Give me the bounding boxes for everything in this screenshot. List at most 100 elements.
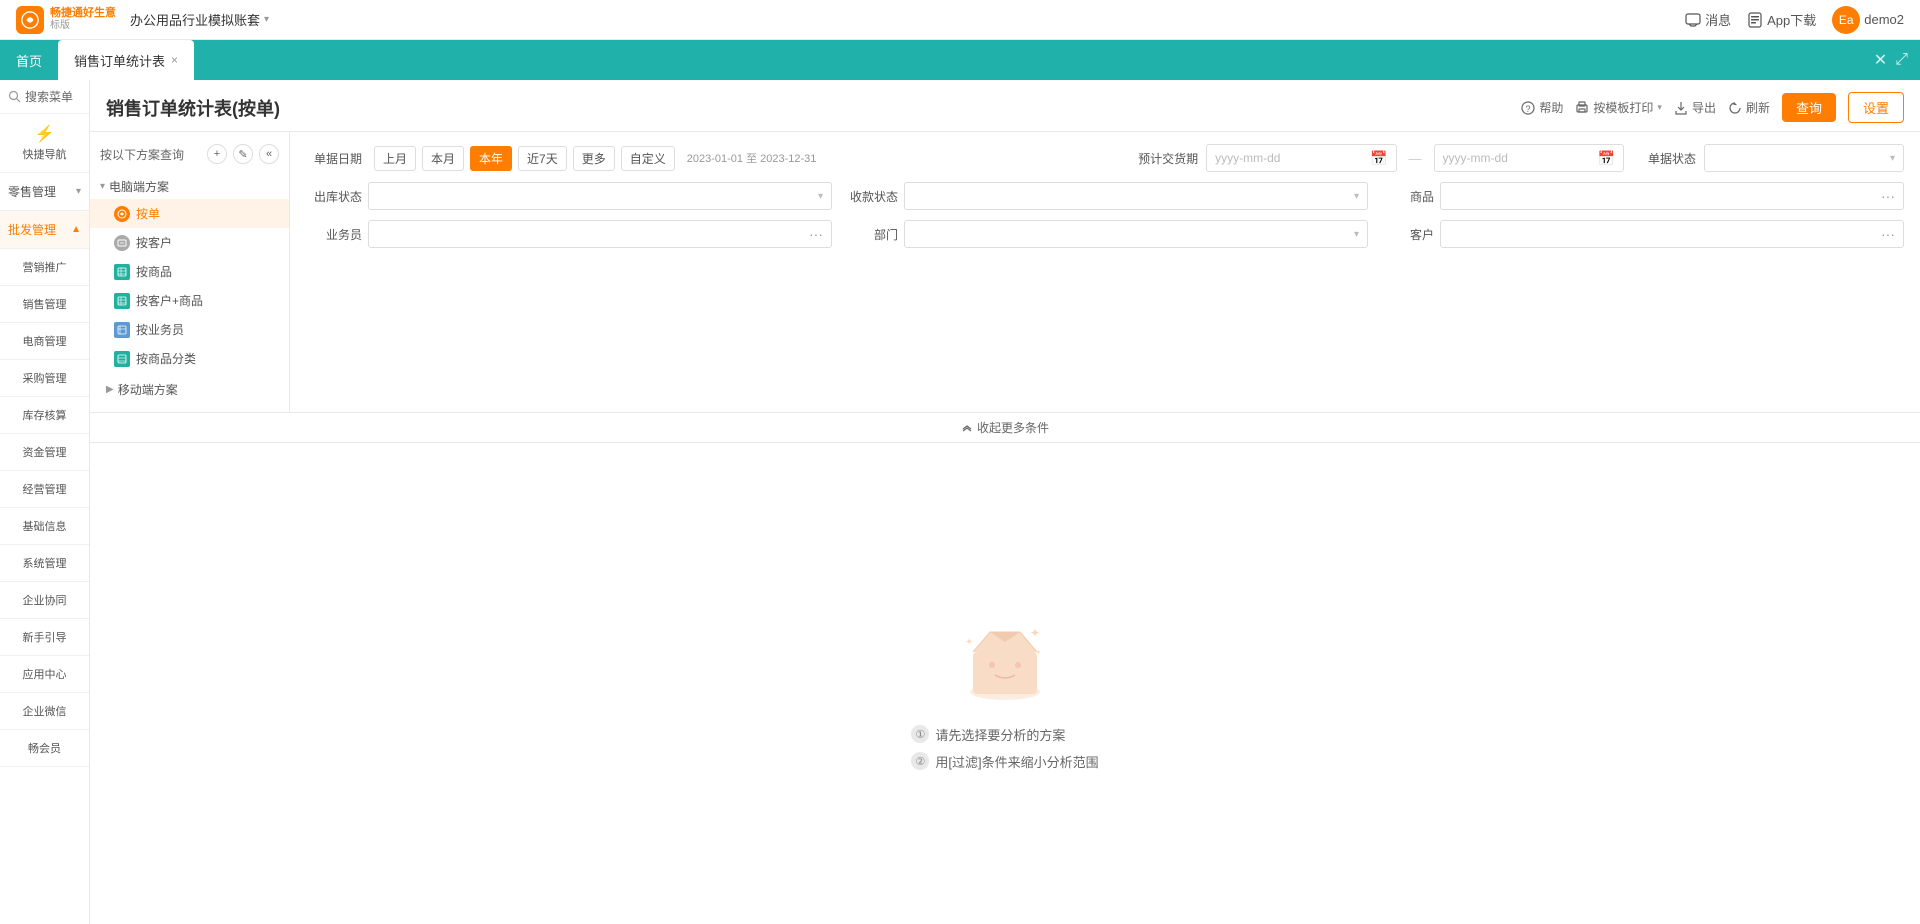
payment-status-cell: 收款状态 ▾ bbox=[842, 182, 1368, 210]
expected-date-end-input[interactable] bbox=[1443, 151, 1598, 165]
scheme-header: 按以下方案查询 + ✎ « bbox=[90, 140, 289, 172]
salesperson-more-icon[interactable]: ··· bbox=[809, 226, 823, 242]
this-month-btn[interactable]: 本月 bbox=[422, 146, 464, 171]
department-arrow: ▾ bbox=[1354, 229, 1359, 240]
export-label: 导出 bbox=[1692, 99, 1716, 116]
tab-active[interactable]: 销售订单统计表 × bbox=[58, 40, 194, 80]
scheme-item-by-order[interactable]: 按单 bbox=[90, 199, 289, 228]
date-range-text: 2023-01-01 至 2023-12-31 bbox=[687, 150, 817, 166]
print-dropdown-icon[interactable]: ▾ bbox=[1657, 102, 1662, 113]
desktop-scheme-section: ▾ 电脑端方案 按单 按客户 bbox=[90, 172, 289, 375]
empty-state: ✦ ✦ ✦ ① 请先选择要分析的方案 ② 用[过滤]条件来缩小分析范围 bbox=[90, 443, 1920, 924]
sidebar-item-cooperation[interactable]: 企业协同 bbox=[0, 582, 89, 619]
message-button[interactable]: 消息 bbox=[1685, 10, 1731, 29]
page-header: 销售订单统计表(按单) ? 帮助 按模板打印 ▾ 导出 刷新 bbox=[90, 80, 1920, 132]
department-label: 部门 bbox=[842, 226, 898, 243]
expected-date-start[interactable]: 📅 bbox=[1206, 144, 1396, 172]
refresh-button[interactable]: 刷新 bbox=[1728, 99, 1770, 116]
search-menu-item[interactable]: 搜索菜单 bbox=[0, 80, 89, 114]
scheme-icon-customer-goods bbox=[114, 293, 130, 309]
last-month-btn[interactable]: 上月 bbox=[374, 146, 416, 171]
calendar-end-icon[interactable]: 📅 bbox=[1598, 150, 1615, 167]
settings-label: 设置 bbox=[1863, 98, 1889, 117]
salesperson-cell: 业务员 ··· bbox=[306, 220, 832, 248]
header-right: 消息 App下载 Ea demo2 bbox=[1685, 6, 1904, 34]
sidebar-item-system[interactable]: 系统管理 bbox=[0, 545, 89, 582]
svg-text:?: ? bbox=[1526, 104, 1531, 114]
goods-select[interactable]: ··· bbox=[1440, 182, 1904, 210]
settings-button[interactable]: 设置 bbox=[1848, 92, 1904, 123]
sidebar-item-operation[interactable]: 经营管理 bbox=[0, 471, 89, 508]
tab-home-label: 首页 bbox=[16, 51, 42, 70]
wechat-label: 企业微信 bbox=[23, 703, 67, 719]
status-select[interactable]: ▾ bbox=[1704, 144, 1904, 172]
empty-tip-2: ② 用[过滤]条件来缩小分析范围 bbox=[911, 752, 1098, 771]
sidebar-item-marketing[interactable]: 营销推广 bbox=[0, 249, 89, 286]
avatar-text: Ea bbox=[1839, 13, 1854, 27]
delivery-status-select[interactable]: ▾ bbox=[368, 182, 832, 210]
sidebar-item-sales[interactable]: 销售管理 bbox=[0, 286, 89, 323]
collapse-bar[interactable]: 收起更多条件 bbox=[90, 413, 1920, 443]
app-selector[interactable]: 办公用品行业模拟账套 ▾ bbox=[124, 8, 275, 31]
tab-close-icon[interactable]: × bbox=[171, 53, 178, 67]
collapse-scheme-icon[interactable]: « bbox=[259, 144, 279, 164]
sidebar-item-basic[interactable]: 基础信息 bbox=[0, 508, 89, 545]
delivery-arrow: ▾ bbox=[818, 191, 823, 202]
logo-area: 畅捷通好生意 标版 bbox=[16, 6, 116, 34]
sidebar-item-wholesale[interactable]: 批发管理 ▲ bbox=[0, 211, 89, 249]
desktop-section-header[interactable]: ▾ 电脑端方案 bbox=[90, 174, 289, 199]
calendar-start-icon[interactable]: 📅 bbox=[1370, 150, 1387, 167]
sidebar-item-inventory[interactable]: 库存核算 bbox=[0, 397, 89, 434]
scheme-item-by-category[interactable]: 按商品分类 bbox=[90, 344, 289, 373]
sidebar-item-retail[interactable]: 零售管理 ▾ bbox=[0, 173, 89, 211]
tip-number-1: ① bbox=[911, 725, 929, 743]
goods-more-icon[interactable]: ··· bbox=[1881, 188, 1895, 204]
payment-status-select[interactable]: ▾ bbox=[904, 182, 1368, 210]
main-layout: 搜索菜单 ⚡ 快捷导航 零售管理 ▾ 批发管理 ▲ 营销推广 销售管理 电商管理… bbox=[0, 80, 1920, 924]
scheme-item-by-customer-goods[interactable]: 按客户+商品 bbox=[90, 286, 289, 315]
app-download-button[interactable]: App下载 bbox=[1747, 10, 1816, 29]
sidebar-item-quick-nav[interactable]: ⚡ 快捷导航 bbox=[0, 114, 89, 173]
window-maximize-icon[interactable]: ⤢ bbox=[1895, 51, 1908, 69]
salesperson-select[interactable]: ··· bbox=[368, 220, 832, 248]
edit-scheme-icon[interactable]: ✎ bbox=[233, 144, 253, 164]
scheme-item-by-salesperson[interactable]: 按业务员 bbox=[90, 315, 289, 344]
sidebar-item-purchase[interactable]: 采购管理 bbox=[0, 360, 89, 397]
expected-date-end[interactable]: 📅 bbox=[1434, 144, 1624, 172]
user-menu[interactable]: Ea demo2 bbox=[1832, 6, 1904, 34]
sidebar-item-ecommerce[interactable]: 电商管理 bbox=[0, 323, 89, 360]
help-button[interactable]: ? 帮助 bbox=[1521, 99, 1563, 116]
mobile-section-header[interactable]: ▶ 移动端方案 bbox=[90, 377, 289, 402]
add-scheme-icon[interactable]: + bbox=[207, 144, 227, 164]
scheme-item-label-order: 按单 bbox=[136, 205, 160, 222]
sidebar-item-finance[interactable]: 资金管理 bbox=[0, 434, 89, 471]
retail-arrow: ▾ bbox=[76, 186, 81, 197]
this-year-btn[interactable]: 本年 bbox=[470, 146, 512, 171]
query-button[interactable]: 查询 bbox=[1782, 93, 1836, 122]
export-button[interactable]: 导出 bbox=[1674, 99, 1716, 116]
wholesale-label: 批发管理 bbox=[8, 221, 56, 238]
sidebar-item-wechat[interactable]: 企业微信 bbox=[0, 693, 89, 730]
header-left: 畅捷通好生意 标版 办公用品行业模拟账套 ▾ bbox=[16, 6, 275, 34]
scheme-item-by-goods[interactable]: 按商品 bbox=[90, 257, 289, 286]
print-button[interactable]: 按模板打印 ▾ bbox=[1575, 99, 1662, 116]
filter-panel: 按以下方案查询 + ✎ « ▾ 电脑端方案 bbox=[90, 132, 1920, 413]
expected-date-start-input[interactable] bbox=[1215, 151, 1370, 165]
goods-cell: 商品 ··· bbox=[1378, 182, 1904, 210]
tab-home[interactable]: 首页 bbox=[0, 40, 58, 80]
customer-select[interactable]: ··· bbox=[1440, 220, 1904, 248]
svg-text:✦: ✦ bbox=[1035, 648, 1042, 657]
custom-date-btn[interactable]: 自定义 bbox=[621, 146, 675, 171]
more-date-btn[interactable]: 更多 bbox=[573, 146, 615, 171]
customer-more-icon[interactable]: ··· bbox=[1881, 226, 1895, 242]
department-select[interactable]: ▾ bbox=[904, 220, 1368, 248]
last7days-btn[interactable]: 近7天 bbox=[518, 146, 567, 171]
window-close-icon[interactable]: ✕ bbox=[1874, 50, 1887, 70]
mobile-section-arrow: ▶ bbox=[106, 384, 114, 395]
tab-bar: 首页 销售订单统计表 × ✕ ⤢ bbox=[0, 40, 1920, 80]
filter-area: 单据日期 上月 本月 本年 近7天 更多 自定义 2023-01-01 至 20… bbox=[290, 132, 1920, 412]
sidebar-item-guide[interactable]: 新手引导 bbox=[0, 619, 89, 656]
scheme-item-by-customer[interactable]: 按客户 bbox=[90, 228, 289, 257]
sidebar-item-app-center[interactable]: 应用中心 bbox=[0, 656, 89, 693]
sidebar-item-member[interactable]: 畅会员 bbox=[0, 730, 89, 767]
